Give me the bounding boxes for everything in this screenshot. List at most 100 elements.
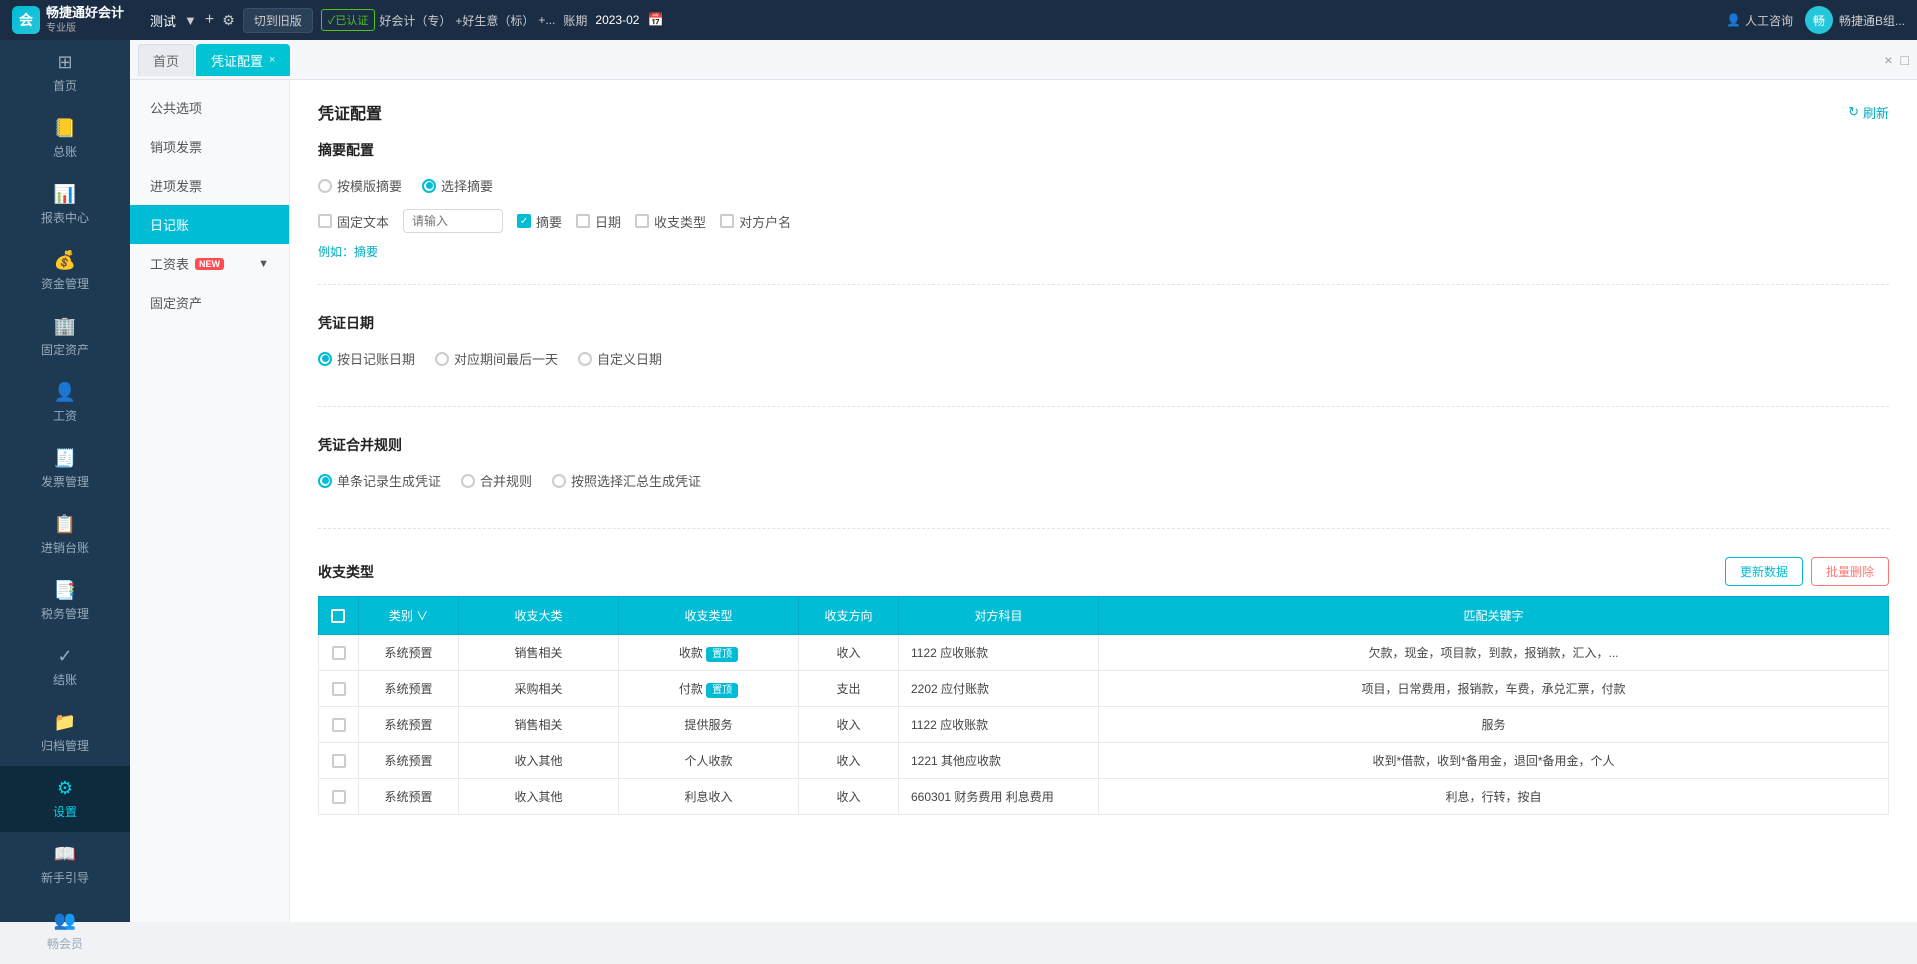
sidebar-item-archive[interactable]: 📁 归档管理 [0,700,130,766]
radio-summary-generate[interactable]: 按照选择汇总生成凭证 [552,471,701,490]
check-type[interactable]: 收支类型 [635,212,706,231]
sidebar-item-salary[interactable]: 👤 工资 [0,370,130,436]
left-nav-fixed-asset[interactable]: 固定资产 [130,283,289,322]
radio-select-summary[interactable]: 选择摘要 [422,176,493,195]
row-checkbox-3[interactable] [319,743,359,779]
radio-diary-date[interactable]: 按日记账日期 [318,349,415,368]
tag-haoshengyi: +好生意（标） [455,12,534,29]
sidebar-item-tax[interactable]: 📑 税务管理 [0,568,130,634]
left-nav-public[interactable]: 公共选项 [130,88,289,127]
section-merge: 凭证合并规则 单条记录生成凭证 合并规则 按照选择汇总生成凭证 [318,435,1889,529]
sidebar-item-close[interactable]: ✓ 结账 [0,634,130,700]
radio-period-last[interactable]: 对应期间最后一天 [435,349,558,368]
help-btn[interactable]: 👤 人工咨询 [1726,12,1793,29]
radio-custom-date[interactable]: 自定义日期 [578,349,662,368]
checkbox-row-1[interactable] [332,682,346,696]
left-nav-sales-invoice[interactable]: 销项发票 [130,127,289,166]
tab-maximize-icon[interactable]: □ [1901,52,1909,68]
left-nav-purchase-invoice[interactable]: 进项发票 [130,166,289,205]
radio-merge-label: 合并规则 [480,471,532,490]
sidebar-item-home[interactable]: ⊞ 首页 [0,40,130,106]
row-type-3: 个人收款 [619,743,799,779]
row-checkbox-2[interactable] [319,707,359,743]
radio-summary-label: 按照选择汇总生成凭证 [571,471,701,490]
logo-sub: 专业版 [46,22,124,35]
row-checkbox-4[interactable] [319,779,359,815]
fixed-text-input[interactable] [403,209,503,233]
tab-voucher-config[interactable]: 凭证配置 × [196,44,290,76]
left-nav-payroll[interactable]: 工资表 NEW ▼ [130,244,289,283]
close-period-icon: ✓ [57,646,72,667]
table-row: 系统预置 销售相关 收款 置顶 收入 1122 应收账款 欠款，现金，项目款，到… [319,635,1889,671]
left-nav-diary[interactable]: 日记账 [130,205,289,244]
calendar-icon[interactable]: 📅 [647,12,663,28]
payroll-chevron-icon: ▼ [258,258,269,270]
left-nav: 公共选项 销项发票 进项发票 日记账 工资表 NEW ▼ 固定资产 [130,80,290,922]
radio-merge-rule[interactable]: 合并规则 [461,471,532,490]
section-summary: 摘要配置 按模版摘要 选择摘要 [318,140,1889,285]
sidebar-item-guide[interactable]: 📖 新手引导 [0,832,130,898]
th-select-all[interactable] [319,597,359,635]
checkbox-row-3[interactable] [332,754,346,768]
check-date[interactable]: 日期 [576,212,621,231]
check-summary[interactable]: ✓ 摘要 [517,212,562,231]
sidebar-label-salary: 工资 [53,407,77,424]
check-fixed-text[interactable]: 固定文本 [318,212,389,231]
row-account-0: 1122 应收账款 [899,635,1099,671]
merge-radio-group: 单条记录生成凭证 合并规则 按照选择汇总生成凭证 [318,471,1889,490]
sidebar-item-report[interactable]: 📊 报表中心 [0,172,130,238]
select-all-checkbox[interactable] [331,609,345,623]
radio-template-summary[interactable]: 按模版摘要 [318,176,402,195]
period-value: 2023-02 [595,13,639,27]
section-income-title: 收支类型 [318,562,374,582]
sidebar-item-ledger[interactable]: 📒 总账 [0,106,130,172]
logo-main: 畅捷通好会计 [46,5,124,22]
left-nav-purchase-invoice-label: 进项发票 [150,176,202,195]
type-tag-0[interactable]: 置顶 [706,647,738,662]
table-row: 系统预置 销售相关 提供服务 收入 1122 应收账款 服务 [319,707,1889,743]
table-row: 系统预置 收入其他 利息收入 收入 660301 财务费用 利息费用 利息，行转… [319,779,1889,815]
row-major-3: 收入其他 [459,743,619,779]
section-summary-title: 摘要配置 [318,140,1889,160]
example-text: 例如：摘要 [318,243,1889,260]
tab-home-label: 首页 [153,51,179,70]
topbar-right: 👤 人工咨询 畅 畅捷通B组... [1726,6,1905,34]
sidebar-item-invoice[interactable]: 🧾 发票管理 [0,436,130,502]
radio-single-circle [318,474,332,488]
sidebar-item-finance[interactable]: 💰 资金管理 [0,238,130,304]
sidebar-label-guide: 新手引导 [41,869,89,886]
sidebar-item-member[interactable]: 👥 畅会员 [0,898,130,964]
check-counterparty[interactable]: 对方户名 [720,212,791,231]
row-checkbox-0[interactable] [319,635,359,671]
refresh-btn[interactable]: ↻ 刷新 [1848,103,1889,122]
checkbox-counterparty [720,214,734,228]
checkbox-row-0[interactable] [332,646,346,660]
sidebar-item-purchase[interactable]: 📋 进销台账 [0,502,130,568]
period-dropdown[interactable]: ▼ [184,13,197,28]
row-major-4: 收入其他 [459,779,619,815]
table-row: 系统预置 采购相关 付款 置顶 支出 2202 应付账款 项目，日常费用，报销款… [319,671,1889,707]
topbar-plus[interactable]: + [205,11,214,29]
tab-close-icon[interactable]: × [269,54,275,66]
sidebar-label-member: 畅会员 [47,935,83,952]
checkbox-row-2[interactable] [332,718,346,732]
sidebar-item-asset[interactable]: 🏢 固定资产 [0,304,130,370]
batch-delete-btn[interactable]: 批量删除 [1811,557,1889,586]
user-menu[interactable]: 畅 畅捷通B组... [1805,6,1905,34]
checkbox-row-4[interactable] [332,790,346,804]
tab-voucher-config-label: 凭证配置 [211,51,263,70]
row-checkbox-1[interactable] [319,671,359,707]
radio-single-record[interactable]: 单条记录生成凭证 [318,471,441,490]
summary-radio-group: 按模版摘要 选择摘要 [318,176,1889,195]
sidebar-item-settings[interactable]: ⚙ 设置 [0,766,130,832]
sidebar-label-purchase: 进销台账 [41,539,89,556]
table-row: 系统预置 收入其他 个人收款 收入 1221 其他应收款 收到*借款，收到*备用… [319,743,1889,779]
tab-home[interactable]: 首页 [138,44,194,76]
tab-minimize-icon[interactable]: × [1884,52,1892,68]
sidebar-label-home: 首页 [53,77,77,94]
purchase-icon: 📋 [54,514,76,535]
update-data-btn[interactable]: 更新数据 [1725,557,1803,586]
switch-btn[interactable]: 切到旧版 [243,8,313,33]
type-tag-1[interactable]: 置顶 [706,683,738,698]
settings-icon[interactable]: ⚙ [222,12,235,29]
